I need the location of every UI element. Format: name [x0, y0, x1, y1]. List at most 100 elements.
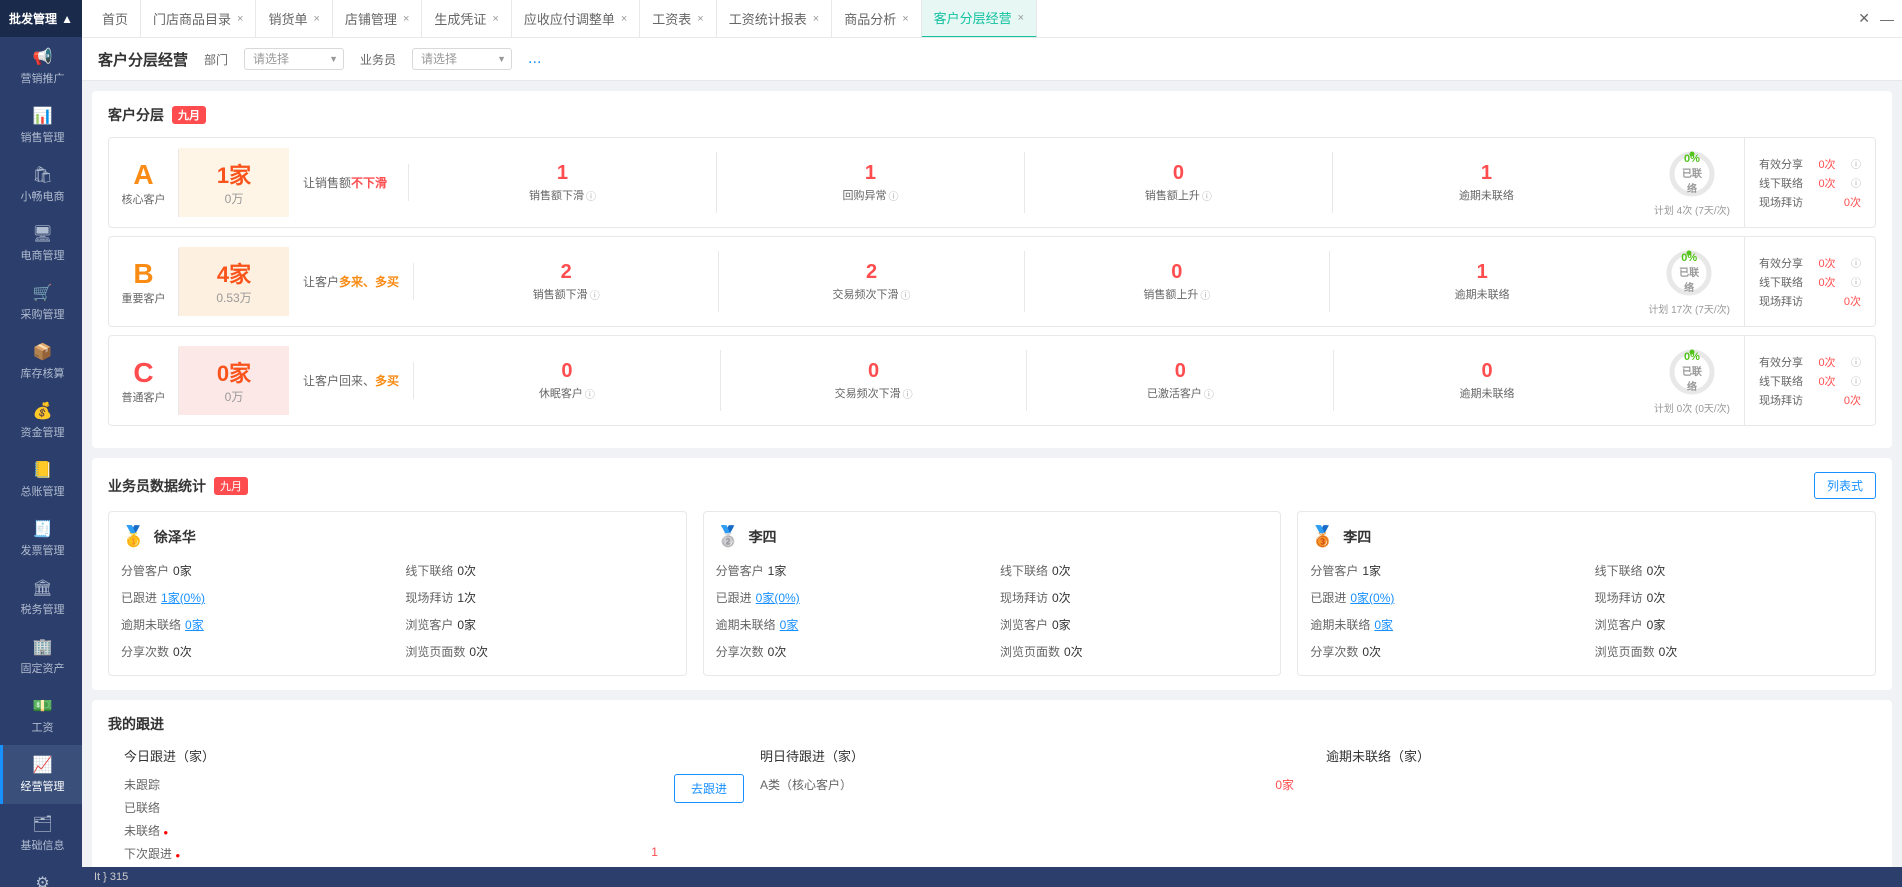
sidebar-item-固定资产[interactable]: 🏢固定资产 — [0, 627, 82, 686]
tab-close-icon[interactable]: × — [492, 13, 498, 25]
tab-close-icon[interactable]: × — [237, 13, 243, 25]
info-icon[interactable]: ⓘ — [1851, 255, 1861, 271]
sidebar-item-库存核算[interactable]: 📦库存核算 — [0, 332, 82, 391]
sidebar-item-采购管理[interactable]: 🛒采购管理 — [0, 273, 82, 332]
sidebar-top-label[interactable]: 批发管理 ▲ — [0, 0, 82, 37]
info-icon[interactable]: ⓘ — [901, 287, 911, 302]
tier-circle-area: 0%已联络 计划 17次 (7天/次) — [1634, 237, 1745, 326]
info-icon[interactable]: ⓘ — [1851, 354, 1861, 370]
tab-label: 生成凭证 — [434, 9, 486, 28]
metric-item: 0 销售额上升 ⓘ — [1025, 152, 1333, 213]
staff-stat: 浏览页面数 0次 — [1000, 640, 1268, 663]
info-icon[interactable]: ⓘ — [1202, 188, 1212, 203]
info-icon[interactable]: ⓘ — [903, 386, 913, 401]
overdue-col: 逾期未联络（家） — [1310, 746, 1876, 773]
tab-商品分析[interactable]: 商品分析× — [832, 0, 921, 38]
tab-close-icon[interactable]: × — [621, 13, 627, 25]
metric-count: 0 — [868, 360, 879, 383]
info-icon[interactable]: ⓘ — [1851, 373, 1861, 389]
tab-close-icon[interactable]: × — [313, 13, 319, 25]
sidebar-item-小畅电商[interactable]: 🛍小畅电商 — [0, 155, 82, 214]
staff-stat: 浏览客户 0家 — [1000, 613, 1268, 636]
sidebar-icon: 📦 — [33, 342, 53, 362]
tomorrow-row-1: A类（核心客户）0家 — [760, 773, 1294, 796]
tier-row-B: B 重要客户 4家 0.53万 让客户多来、多买 2 销售额下滑 ⓘ 2 交易频… — [108, 236, 1876, 327]
list-view-btn[interactable]: 列表式 — [1814, 472, 1876, 499]
tab-门店商品目录[interactable]: 门店商品目录× — [141, 0, 256, 38]
staff-select[interactable]: 请选择 — [412, 48, 512, 70]
metric-item: 2 销售额下滑 ⓘ — [414, 251, 719, 312]
staff-name: 李四 — [749, 527, 777, 547]
sidebar-item-发票管理[interactable]: 🧾发票管理 — [0, 509, 82, 568]
metric-item: 1 销售额下滑 ⓘ — [409, 152, 717, 213]
sidebar-item-系统管理[interactable]: ⚙系统管理 — [0, 863, 82, 887]
sidebar-item-工资[interactable]: 💵工资 — [0, 686, 82, 745]
tab-bar-actions: ✕ — — [1858, 10, 1894, 27]
metric-item: 0 休眠客户 ⓘ — [414, 350, 721, 411]
bottom-bar: It } 315 — [82, 867, 1902, 887]
tab-minimize-icon[interactable]: — — [1880, 11, 1894, 27]
tab-close-icon[interactable]: × — [813, 13, 819, 25]
staff-stat: 线下联络 0次 — [405, 559, 673, 582]
tier-row-A: A 核心客户 1家 0万 让销售额不下滑 1 销售额下滑 ⓘ 1 回购异常 ⓘ … — [108, 137, 1876, 228]
sidebar-item-总账管理[interactable]: 📒总账管理 — [0, 450, 82, 509]
metric-count: 1 — [557, 162, 568, 185]
tab-生成凭证[interactable]: 生成凭证 × — [422, 0, 511, 38]
sidebar-item-税务管理[interactable]: 🏛税务管理 — [0, 568, 82, 627]
info-icon[interactable]: ⓘ — [1851, 175, 1861, 191]
staff-stat: 现场拜访 0次 — [1595, 586, 1863, 609]
metric-item: 0 已激活客户 ⓘ — [1027, 350, 1334, 411]
right-stat: 现场拜访 0次 — [1759, 293, 1861, 309]
metric-item: 1 回购异常 ⓘ — [717, 152, 1025, 213]
sidebar-icon: 💰 — [33, 401, 53, 421]
sidebar-icon: 🗂 — [32, 814, 52, 834]
staff-stat: 现场拜访 1次 — [405, 586, 673, 609]
sidebar-icon: 🛒 — [33, 283, 53, 303]
info-icon[interactable]: ⓘ — [1200, 287, 1210, 302]
tab-首页[interactable]: 首页 — [90, 0, 141, 38]
right-stat: 有效分享 0次 ⓘ — [1759, 156, 1861, 172]
sidebar-item-电商管理[interactable]: 🖥电商管理 — [0, 214, 82, 273]
staff-stats-grid: 分管客户 0家 线下联络 0次 已跟进 1家(0%) 现场拜访 1次 逾期未联络… — [121, 559, 674, 663]
info-icon[interactable]: ⓘ — [1204, 386, 1214, 401]
staff-stat: 分管客户 1家 — [716, 559, 984, 582]
tab-应收应付调整单[interactable]: 应收应付调整单× — [512, 0, 640, 38]
sidebar-item-基础信息[interactable]: 🗂基础信息 — [0, 804, 82, 863]
info-icon[interactable]: ⓘ — [586, 188, 596, 203]
circle-container: 0%已联络 — [1666, 346, 1718, 398]
sidebar-item-营销推广[interactable]: 📢营销推广 — [0, 37, 82, 96]
goto-btn-col: 去跟进 — [674, 746, 744, 803]
tab-工资表[interactable]: 工资表× — [640, 0, 716, 38]
dept-select[interactable]: 请选择 — [244, 48, 344, 70]
more-filter-btn[interactable]: ... — [528, 50, 541, 68]
tab-close-icon[interactable]: × — [697, 13, 703, 25]
tab-店铺管理[interactable]: 店铺管理× — [333, 0, 422, 38]
tab-close-all-icon[interactable]: ✕ — [1858, 10, 1870, 27]
metric-count: 1 — [865, 162, 876, 185]
sidebar-top-text: 批发管理 — [9, 10, 57, 27]
tab-工资统计报表[interactable]: 工资统计报表× — [717, 0, 832, 38]
tier-stats: 1家 0万 — [179, 148, 289, 217]
tab-客户分层经营[interactable]: 客户分层经营× — [922, 0, 1037, 38]
sidebar-item-经营管理[interactable]: 📈经营管理 — [0, 745, 82, 804]
info-icon[interactable]: ⓘ — [590, 287, 600, 302]
biz-stats-title: 业务员数据统计 — [108, 476, 206, 496]
goto-followup-btn[interactable]: 去跟进 — [674, 774, 744, 803]
sidebar-item-资金管理[interactable]: 💰资金管理 — [0, 391, 82, 450]
today-followup-rows: 未跟踪 已联络 未联络 ● 下次跟进 ●1 — [124, 773, 658, 865]
staff-name: 李四 — [1343, 527, 1371, 547]
staff-stat: 线下联络 0次 — [1000, 559, 1268, 582]
staff-stat: 分管客户 0家 — [121, 559, 389, 582]
tab-close-icon[interactable]: × — [403, 13, 409, 25]
info-icon[interactable]: ⓘ — [1851, 156, 1861, 172]
right-stat: 线下联络 0次 ⓘ — [1759, 274, 1861, 290]
tab-销货单[interactable]: 销货单× — [256, 0, 332, 38]
tier-right-stats: 有效分享 0次 ⓘ 线下联络 0次 ⓘ 现场拜访 0次 — [1745, 344, 1875, 418]
staff-stat: 线下联络 0次 — [1595, 559, 1863, 582]
tab-close-icon[interactable]: × — [902, 13, 908, 25]
info-icon[interactable]: ⓘ — [888, 188, 898, 203]
info-icon[interactable]: ⓘ — [585, 386, 595, 401]
sidebar-item-销售管理[interactable]: 📊销售管理 — [0, 96, 82, 155]
info-icon[interactable]: ⓘ — [1851, 274, 1861, 290]
tab-close-icon[interactable]: × — [1018, 12, 1024, 24]
